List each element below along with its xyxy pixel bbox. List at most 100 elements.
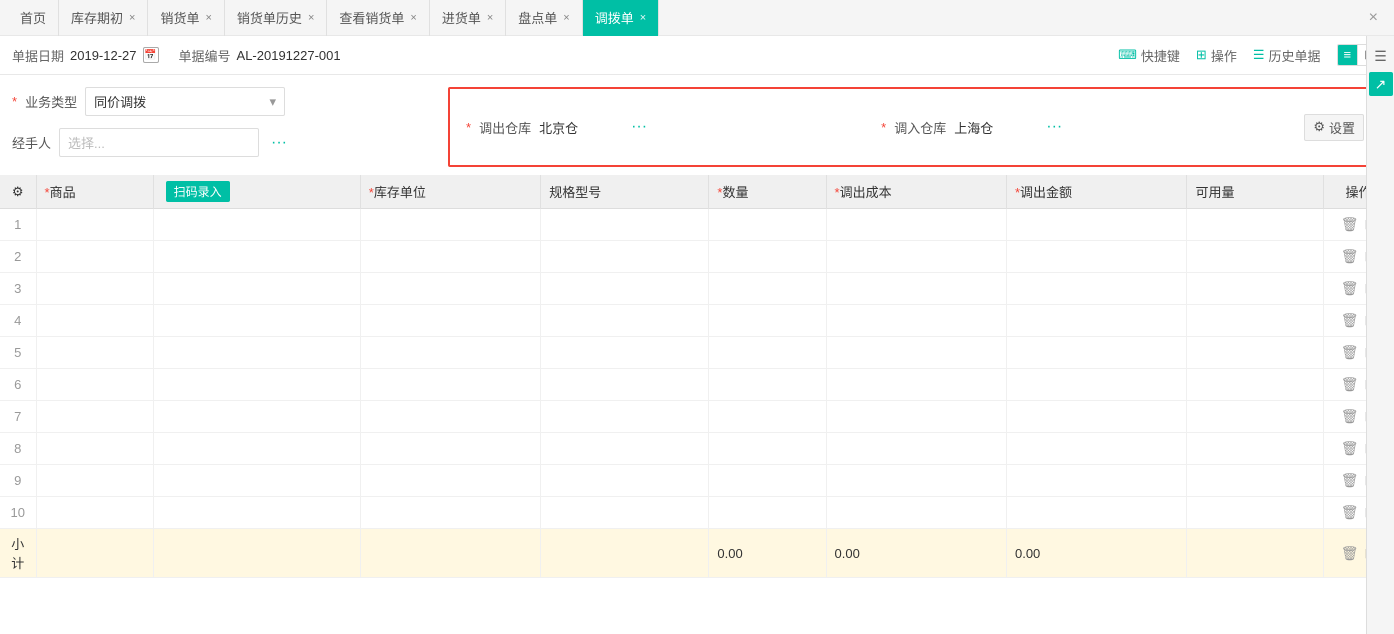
cell-unit[interactable]: [360, 305, 540, 337]
cell-amount[interactable]: [1006, 369, 1186, 401]
tab-transfer[interactable]: 调拨单 ×: [583, 0, 659, 36]
cell-unit[interactable]: [360, 465, 540, 497]
tab-view-sales-close[interactable]: ×: [410, 12, 416, 24]
cell-unit[interactable]: [360, 209, 540, 241]
cell-cost[interactable]: [826, 401, 1006, 433]
cell-cost[interactable]: [826, 209, 1006, 241]
cell-unit[interactable]: [360, 497, 540, 529]
cell-unit[interactable]: [360, 401, 540, 433]
close-all-tabs[interactable]: ×: [1361, 9, 1386, 27]
cell-amount[interactable]: [1006, 241, 1186, 273]
delete-icon[interactable]: 🗑: [1338, 440, 1362, 456]
cell-product[interactable]: [36, 209, 153, 241]
cell-qty[interactable]: [709, 241, 826, 273]
col-gear[interactable]: ⚙: [0, 175, 36, 209]
cell-spec[interactable]: [541, 497, 709, 529]
cell-product[interactable]: [36, 369, 153, 401]
operations-btn[interactable]: ⊞ 操作: [1196, 46, 1237, 65]
cell-spec[interactable]: [541, 465, 709, 497]
cell-amount[interactable]: [1006, 401, 1186, 433]
cell-spec[interactable]: [541, 529, 709, 578]
handler-more-btn[interactable]: ···: [267, 134, 291, 152]
delete-icon[interactable]: 🗑: [1338, 472, 1362, 488]
cell-qty[interactable]: [709, 497, 826, 529]
tab-sales-order-close[interactable]: ×: [205, 12, 211, 24]
calendar-icon[interactable]: 📅: [143, 47, 159, 63]
cell-spec[interactable]: [541, 401, 709, 433]
cell-qty[interactable]: [709, 433, 826, 465]
in-warehouse-more-btn[interactable]: ···: [1042, 118, 1066, 136]
cell-spec[interactable]: [541, 209, 709, 241]
cell-product[interactable]: [36, 401, 153, 433]
cell-amount[interactable]: 0.00: [1006, 529, 1186, 578]
cell-amount[interactable]: [1006, 433, 1186, 465]
tab-sales-order[interactable]: 销货单 ×: [148, 0, 224, 36]
cell-product[interactable]: [36, 305, 153, 337]
cell-cost[interactable]: [826, 241, 1006, 273]
cell-product[interactable]: [36, 465, 153, 497]
tab-transfer-close[interactable]: ×: [640, 12, 646, 24]
cell-spec[interactable]: [541, 273, 709, 305]
cell-qty[interactable]: 0.00: [709, 529, 826, 578]
cell-qty[interactable]: [709, 401, 826, 433]
cell-unit[interactable]: [360, 529, 540, 578]
cell-qty[interactable]: [709, 465, 826, 497]
cell-cost[interactable]: [826, 305, 1006, 337]
delete-icon[interactable]: 🗑: [1338, 312, 1362, 328]
delete-icon[interactable]: 🗑: [1338, 344, 1362, 360]
delete-icon[interactable]: 🗑: [1338, 504, 1362, 520]
cell-product[interactable]: [36, 497, 153, 529]
cell-product[interactable]: [36, 337, 153, 369]
settings-btn[interactable]: ⚙ 设置: [1304, 114, 1364, 141]
tab-inventory-check-close[interactable]: ×: [563, 12, 569, 24]
cell-spec[interactable]: [541, 241, 709, 273]
cell-qty[interactable]: [709, 273, 826, 305]
cell-spec[interactable]: [541, 369, 709, 401]
cell-amount[interactable]: [1006, 273, 1186, 305]
cell-cost[interactable]: [826, 497, 1006, 529]
sidebar-export-icon[interactable]: ↗: [1369, 72, 1393, 96]
cell-product[interactable]: [36, 529, 153, 578]
delete-icon[interactable]: 🗑: [1338, 545, 1362, 561]
cell-spec[interactable]: [541, 305, 709, 337]
cell-unit[interactable]: [360, 433, 540, 465]
shortcuts-btn[interactable]: ⌨ 快捷键: [1118, 46, 1180, 65]
cell-product[interactable]: [36, 433, 153, 465]
cell-unit[interactable]: [360, 241, 540, 273]
tab-sales-history-close[interactable]: ×: [308, 12, 314, 24]
tab-inventory-check[interactable]: 盘点单 ×: [506, 0, 582, 36]
cell-qty[interactable]: [709, 209, 826, 241]
history-btn[interactable]: ☰ 历史单据: [1253, 46, 1321, 65]
cell-unit[interactable]: [360, 369, 540, 401]
cell-product[interactable]: [36, 241, 153, 273]
cell-amount[interactable]: [1006, 209, 1186, 241]
cell-amount[interactable]: [1006, 337, 1186, 369]
delete-icon[interactable]: 🗑: [1338, 248, 1362, 264]
delete-icon[interactable]: 🗑: [1338, 376, 1362, 392]
cell-spec[interactable]: [541, 337, 709, 369]
cell-cost[interactable]: 0.00: [826, 529, 1006, 578]
cell-amount[interactable]: [1006, 305, 1186, 337]
cell-qty[interactable]: [709, 337, 826, 369]
cell-unit[interactable]: [360, 337, 540, 369]
cell-cost[interactable]: [826, 433, 1006, 465]
cell-cost[interactable]: [826, 337, 1006, 369]
tab-purchase-order[interactable]: 进货单 ×: [430, 0, 506, 36]
cell-product[interactable]: [36, 273, 153, 305]
tab-view-sales[interactable]: 查看销货单 ×: [327, 0, 429, 36]
tab-inventory-init-close[interactable]: ×: [129, 12, 135, 24]
cell-amount[interactable]: [1006, 465, 1186, 497]
cell-spec[interactable]: [541, 433, 709, 465]
tab-purchase-order-close[interactable]: ×: [487, 12, 493, 24]
sidebar-document-icon[interactable]: ☰: [1369, 44, 1393, 68]
list-layout-btn[interactable]: ≡: [1338, 45, 1359, 65]
cell-unit[interactable]: [360, 273, 540, 305]
scan-btn[interactable]: 扫码录入: [166, 181, 230, 202]
tab-home[interactable]: 首页: [8, 0, 59, 36]
cell-cost[interactable]: [826, 273, 1006, 305]
delete-icon[interactable]: 🗑: [1338, 408, 1362, 424]
tab-inventory-init[interactable]: 库存期初 ×: [59, 0, 148, 36]
cell-qty[interactable]: [709, 305, 826, 337]
business-type-dropdown[interactable]: 同价调拨 ▾: [85, 87, 285, 116]
delete-icon[interactable]: 🗑: [1338, 280, 1362, 296]
